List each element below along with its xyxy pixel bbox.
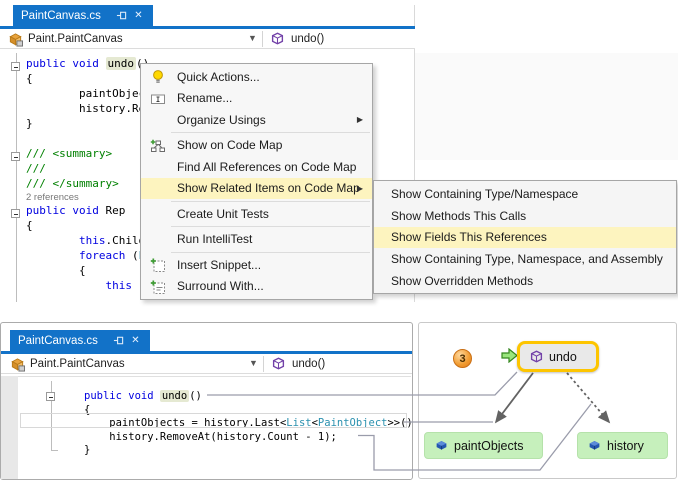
type-dropdown[interactable]: Paint.PaintCanvas xyxy=(10,354,125,374)
member-name: undo() xyxy=(291,33,325,45)
close-icon[interactable]: ✕ xyxy=(132,9,145,22)
menu-item-label: Show Methods This Calls xyxy=(391,208,527,223)
menu-item-label: Organize Usings xyxy=(177,112,266,127)
menu-separator xyxy=(171,226,370,227)
menu-item-label: Show Containing Type, Namespace, and Ass… xyxy=(391,252,663,267)
menu-item-create-unit-tests[interactable]: Create Unit Tests xyxy=(141,203,372,225)
fold-marker[interactable] xyxy=(11,62,20,71)
chevron-down-icon[interactable]: ▼ xyxy=(249,358,258,368)
code-line: } xyxy=(84,444,91,456)
editor-window-bottom: PaintCanvas.cs ✕ Paint.PaintCanvas ▼ und… xyxy=(0,322,413,480)
node-label: history xyxy=(607,438,644,453)
menu-separator xyxy=(171,298,370,299)
menu-item-show-overridden-methods[interactable]: Show Overridden Methods xyxy=(374,270,676,292)
member-dropdown[interactable]: undo() xyxy=(272,354,325,374)
navbar-divider xyxy=(263,356,264,372)
menu-item-label: Run IntelliTest xyxy=(177,232,253,247)
menu-item-run-intellitest[interactable]: Run IntelliTest xyxy=(141,229,372,251)
document-tab[interactable]: PaintCanvas.cs ✕ xyxy=(13,5,153,26)
menu-item-label: Quick Actions... xyxy=(177,69,260,84)
chevron-down-icon[interactable]: ▼ xyxy=(248,33,257,43)
menu-item-label: Insert Snippet... xyxy=(177,257,262,272)
menu-item-label: Surround With... xyxy=(177,279,264,294)
type-name: Paint.PaintCanvas xyxy=(28,33,123,45)
menu-item-label: Find All References on Code Map xyxy=(177,159,357,174)
snippet-icon xyxy=(150,257,166,273)
menu-item-label: Show Containing Type/Namespace xyxy=(391,186,579,201)
navigation-bar: Paint.PaintCanvas ▼ undo() xyxy=(1,354,412,374)
type-dropdown[interactable]: Paint.PaintCanvas xyxy=(8,29,123,49)
context-menu: Quick Actions... Rename... Organize Usings… xyxy=(140,63,373,300)
menu-item-show-containing-type-namespace-and-assembly[interactable]: Show Containing Type, Namespace, and Ass… xyxy=(374,248,676,270)
fold-end-tick xyxy=(51,450,58,451)
step-badge: 3 xyxy=(453,349,472,368)
surround-icon xyxy=(150,279,166,295)
member-dropdown[interactable]: undo() xyxy=(271,29,324,49)
menu-item-surround-with[interactable]: Surround With... xyxy=(141,276,372,298)
document-tab[interactable]: PaintCanvas.cs ✕ xyxy=(10,330,150,351)
editor-margin xyxy=(1,376,18,479)
menu-separator xyxy=(171,200,370,202)
rename-icon xyxy=(150,91,166,107)
current-line-highlight xyxy=(20,413,407,428)
member-name: undo() xyxy=(292,358,326,370)
menu-item-show-on-code-map[interactable]: Show on Code Map xyxy=(141,135,372,157)
field-icon xyxy=(435,439,448,452)
class-icon xyxy=(8,32,23,47)
fold-marker[interactable] xyxy=(46,392,55,401)
fold-marker[interactable] xyxy=(11,152,20,161)
menu-item-insert-snippet[interactable]: Insert Snippet... xyxy=(141,254,372,276)
menu-separator xyxy=(171,132,370,133)
type-name: Paint.PaintCanvas xyxy=(30,358,125,370)
menu-item-rename[interactable]: Rename... xyxy=(141,88,372,110)
pin-icon[interactable] xyxy=(112,334,125,347)
menu-item-show-related-items-on-code-map[interactable]: Show Related Items on Code Map ▶ xyxy=(141,177,372,199)
menu-item-show-methods-this-calls[interactable]: Show Methods This Calls xyxy=(374,205,676,227)
navbar-divider xyxy=(262,31,263,47)
node-label: paintObjects xyxy=(454,438,524,453)
fold-marker[interactable] xyxy=(11,209,20,218)
tab-title: PaintCanvas.cs xyxy=(18,334,98,347)
background-ghost-panel xyxy=(378,53,678,160)
navigation-bar: Paint.PaintCanvas ▼ undo() xyxy=(0,29,415,49)
screenshot-canvas: PaintCanvas.cs ✕ Paint.PaintCanvas ▼ und… xyxy=(0,0,678,482)
menu-separator xyxy=(171,251,370,253)
menu-item-find-all-references-on-code-map[interactable]: Find All References on Code Map xyxy=(141,156,372,178)
node-label: undo xyxy=(549,349,577,364)
map-node-undo[interactable]: undo xyxy=(517,341,599,372)
field-icon xyxy=(588,439,601,452)
menu-item-label: Show Overridden Methods xyxy=(391,274,534,289)
menu-item-label: Show Related Items on Code Map xyxy=(177,181,360,196)
menu-item-label: Show on Code Map xyxy=(177,138,283,153)
menu-item-label: Create Unit Tests xyxy=(177,206,269,221)
menu-item-label: Show Fields This References xyxy=(391,230,547,245)
menu-item-label: Rename... xyxy=(177,91,233,106)
class-icon xyxy=(10,357,25,372)
menu-item-organize-usings[interactable]: Organize Usings ▶ xyxy=(141,109,372,131)
menu-item-quick-actions[interactable]: Quick Actions... xyxy=(141,66,372,88)
code-line: history.RemoveAt(history.Count - 1); xyxy=(84,430,337,443)
map-node-history[interactable]: history xyxy=(577,432,668,459)
method-icon xyxy=(272,356,287,372)
submenu-arrow-icon: ▶ xyxy=(356,183,363,193)
codemap-icon xyxy=(150,138,166,154)
code-line: public void undo() xyxy=(84,390,202,402)
fold-guide-line xyxy=(16,53,17,302)
submenu-arrow-icon: ▶ xyxy=(356,115,363,125)
method-icon xyxy=(530,350,543,363)
lightbulb-icon xyxy=(150,69,166,85)
tab-title: PaintCanvas.cs xyxy=(21,9,101,22)
close-icon[interactable]: ✕ xyxy=(129,334,142,347)
menu-item-show-containing-type-namespace[interactable]: Show Containing Type/Namespace xyxy=(374,183,676,205)
menu-item-show-fields-this-references[interactable]: Show Fields This References xyxy=(374,226,676,249)
code-map-submenu: Show Containing Type/Namespace Show Metho… xyxy=(373,180,677,294)
pin-icon[interactable] xyxy=(115,9,128,22)
map-node-paintobjects[interactable]: paintObjects xyxy=(424,432,543,459)
method-icon xyxy=(271,31,286,47)
